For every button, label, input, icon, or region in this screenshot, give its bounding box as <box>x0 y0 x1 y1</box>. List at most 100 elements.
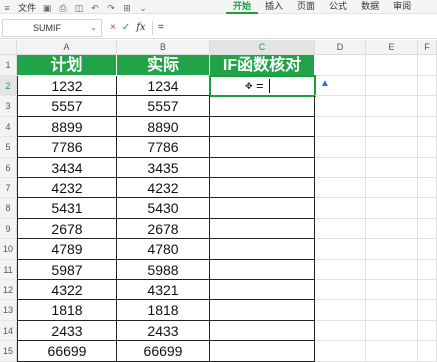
plan-cell[interactable]: 66699 <box>17 341 117 362</box>
empty-cell[interactable] <box>366 116 418 138</box>
check-cell[interactable] <box>210 116 315 138</box>
tab-2[interactable]: 页面 <box>290 0 322 14</box>
empty-cell[interactable] <box>366 55 418 76</box>
tab-4[interactable]: 数据 <box>354 0 386 14</box>
plan-cell[interactable]: 5431 <box>17 198 117 219</box>
redo-icon[interactable]: ↷ <box>106 3 116 13</box>
row-header-3[interactable]: 3 <box>0 96 17 117</box>
row-header-8[interactable]: 8 <box>0 198 17 219</box>
format-painter-icon[interactable]: ⊞ <box>122 3 132 13</box>
empty-cell[interactable] <box>315 320 366 342</box>
empty-cell[interactable] <box>366 198 418 219</box>
actual-cell[interactable]: 4232 <box>117 178 210 199</box>
empty-cell[interactable] <box>366 157 418 178</box>
check-cell[interactable] <box>210 218 315 240</box>
plan-cell[interactable]: 8899 <box>17 116 117 138</box>
empty-cell[interactable] <box>418 198 437 219</box>
check-cell[interactable] <box>210 341 315 362</box>
row-header-12[interactable]: 12 <box>0 280 17 301</box>
empty-cell[interactable] <box>418 259 437 280</box>
empty-cell[interactable] <box>315 300 366 321</box>
actual-cell[interactable]: 4780 <box>117 239 210 260</box>
empty-cell[interactable] <box>366 137 418 158</box>
empty-cell[interactable] <box>418 300 437 321</box>
active-cell-outline[interactable] <box>209 75 316 98</box>
undo-icon[interactable]: ↶ <box>90 3 100 13</box>
column-header-f[interactable]: F <box>418 40 437 55</box>
print-preview-icon[interactable]: ◫ <box>74 3 84 13</box>
actual-cell[interactable]: 2678 <box>117 218 210 240</box>
empty-cell[interactable] <box>315 157 366 178</box>
actual-cell[interactable]: 5430 <box>117 198 210 219</box>
actual-cell[interactable]: 5557 <box>117 96 210 117</box>
empty-cell[interactable] <box>418 320 437 342</box>
row-header-6[interactable]: 6 <box>0 157 17 178</box>
header-cell-plan[interactable]: 计划 <box>17 55 117 76</box>
cancel-icon[interactable]: × <box>110 20 116 36</box>
row-header-7[interactable]: 7 <box>0 178 17 199</box>
actual-cell[interactable]: 3435 <box>117 157 210 178</box>
header-cell-actual[interactable]: 实际 <box>117 55 210 76</box>
empty-cell[interactable] <box>418 178 437 199</box>
row-header-1[interactable]: 1 <box>0 55 17 76</box>
column-header-c[interactable]: C <box>210 40 315 55</box>
empty-cell[interactable] <box>315 218 366 240</box>
empty-cell[interactable] <box>366 218 418 240</box>
actual-cell[interactable]: 5988 <box>117 259 210 280</box>
actual-cell[interactable]: 66699 <box>117 341 210 362</box>
empty-cell[interactable] <box>315 259 366 280</box>
empty-cell[interactable] <box>315 76 366 97</box>
plan-cell[interactable]: 4322 <box>17 280 117 301</box>
actual-cell[interactable]: 1818 <box>117 300 210 321</box>
empty-cell[interactable] <box>315 280 366 301</box>
actual-cell[interactable]: 1234 <box>117 76 210 97</box>
plan-cell[interactable]: 1232 <box>17 76 117 97</box>
actual-cell[interactable]: 2433 <box>117 320 210 342</box>
row-header-14[interactable]: 14 <box>0 320 17 342</box>
plan-cell[interactable]: 7786 <box>17 137 117 158</box>
plan-cell[interactable]: 5557 <box>17 96 117 117</box>
check-cell[interactable] <box>210 320 315 342</box>
tab-0[interactable]: 开始 <box>226 0 259 14</box>
check-cell[interactable] <box>210 157 315 178</box>
plan-cell[interactable]: 2433 <box>17 320 117 342</box>
plan-cell[interactable]: 2678 <box>17 218 117 240</box>
row-header-10[interactable]: 10 <box>0 239 17 260</box>
column-header-a[interactable]: A <box>17 40 117 55</box>
row-header-9[interactable]: 9 <box>0 218 17 240</box>
column-header-e[interactable]: E <box>366 40 418 55</box>
tab-5[interactable]: 审阅 <box>386 0 418 14</box>
empty-cell[interactable] <box>418 137 437 158</box>
check-cell[interactable] <box>210 280 315 301</box>
empty-cell[interactable] <box>315 341 366 362</box>
save-icon[interactable]: ▣ <box>42 3 52 13</box>
confirm-icon[interactable]: ✓ <box>122 20 130 36</box>
select-all-corner[interactable] <box>0 40 17 55</box>
print-icon[interactable]: ⎙ <box>58 3 68 13</box>
plan-cell[interactable]: 4232 <box>17 178 117 199</box>
empty-cell[interactable] <box>418 96 437 117</box>
check-cell[interactable] <box>210 96 315 117</box>
plan-cell[interactable]: 3434 <box>17 157 117 178</box>
empty-cell[interactable] <box>366 320 418 342</box>
row-header-4[interactable]: 4 <box>0 116 17 138</box>
name-box[interactable]: SUMIF ⌄ <box>2 19 102 37</box>
header-cell-check[interactable]: IF函数核对 <box>210 55 315 76</box>
tab-3[interactable]: 公式 <box>322 0 354 14</box>
empty-cell[interactable] <box>418 218 437 240</box>
name-box-dropdown-icon[interactable]: ⌄ <box>90 20 97 36</box>
row-header-11[interactable]: 11 <box>0 259 17 280</box>
plan-cell[interactable]: 5987 <box>17 259 117 280</box>
check-cell[interactable] <box>210 137 315 158</box>
check-cell[interactable] <box>210 239 315 260</box>
empty-cell[interactable] <box>366 280 418 301</box>
empty-cell[interactable] <box>418 341 437 362</box>
actual-cell[interactable]: 4321 <box>117 280 210 301</box>
check-cell[interactable] <box>210 259 315 280</box>
column-header-d[interactable]: D <box>315 40 366 55</box>
empty-cell[interactable] <box>315 137 366 158</box>
empty-cell[interactable] <box>315 96 366 117</box>
empty-cell[interactable] <box>315 239 366 260</box>
empty-cell[interactable] <box>418 280 437 301</box>
empty-cell[interactable] <box>315 55 366 76</box>
